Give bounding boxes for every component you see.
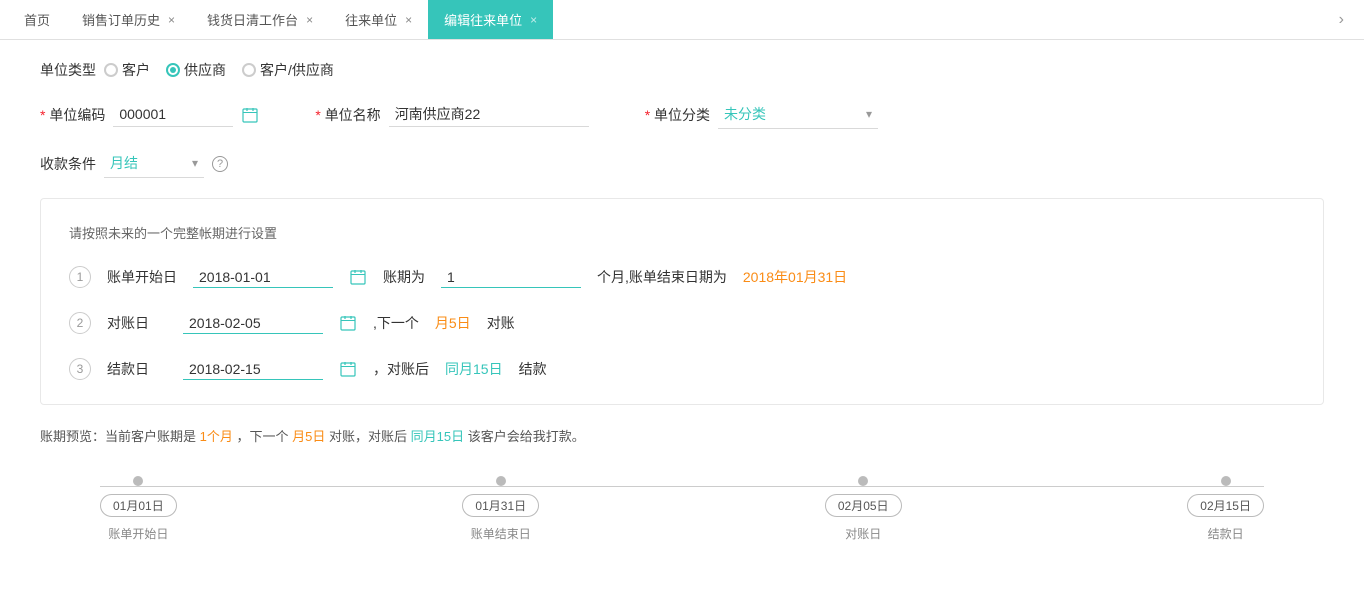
payment-terms-value: 月结	[110, 153, 188, 173]
step-label-3: 结款日	[107, 359, 167, 379]
close-sales-history[interactable]: ×	[168, 14, 175, 26]
timeline-label-4: 结款日	[1208, 525, 1244, 542]
close-partner[interactable]: ×	[405, 14, 412, 26]
step-period-input[interactable]	[441, 267, 581, 288]
preview-highlight-3: 同月15日	[411, 429, 464, 444]
step-row-3: 3 结款日 ，对账后 同月15日 结款	[69, 358, 1295, 380]
radio-supplier[interactable]: 供应商	[166, 60, 226, 80]
step-end-date-1: 2018年01月31日	[743, 267, 847, 287]
settings-card: 请按照未来的一个完整帐期进行设置 1 账单开始日 账期为 个月,账单结束日期为 …	[40, 198, 1324, 405]
timeline-dot-1	[133, 476, 143, 486]
tab-more-button[interactable]: ›	[1327, 11, 1356, 29]
radio-circle-customer-supplier	[242, 63, 256, 77]
timeline-point-2: 01月31日 账单结束日	[462, 476, 539, 542]
timeline-container: 01月01日 账单开始日 01月31日 账单结束日 02月05日 对账日 02月…	[40, 476, 1324, 582]
unit-type-row: 单位类型 客户 供应商 客户/供应商	[40, 60, 1324, 80]
unit-name-group: 单位名称	[315, 102, 588, 127]
unit-name-input[interactable]	[389, 102, 589, 127]
unit-code-group: 单位编码	[40, 102, 259, 127]
step-num-1: 1	[69, 266, 91, 288]
unit-code-label: 单位编码	[40, 105, 105, 125]
close-edit-partner[interactable]: ×	[530, 14, 537, 26]
step-highlight-3: 同月15日	[445, 359, 503, 379]
timeline-label-1: 账单开始日	[108, 525, 168, 542]
radio-customer[interactable]: 客户	[104, 60, 150, 80]
step-num-2: 2	[69, 312, 91, 334]
step-cal-icon-3[interactable]	[339, 360, 357, 378]
step-suffix-prefix-3: ，对账后	[373, 359, 429, 379]
step-label-1: 账单开始日	[107, 267, 177, 287]
step-date-1[interactable]	[193, 267, 333, 288]
tab-edit-partner[interactable]: 编辑往来单位 ×	[428, 0, 553, 39]
tab-cash-work[interactable]: 钱货日清工作台 ×	[191, 0, 329, 39]
tab-sales-history[interactable]: 销售订单历史 ×	[66, 0, 191, 39]
tab-partner[interactable]: 往来单位 ×	[329, 0, 428, 39]
step-row-2: 2 对账日 ,下一个 月5日 对账	[69, 312, 1295, 334]
timeline-line	[100, 486, 1264, 487]
radio-circle-customer	[104, 63, 118, 77]
preview-highlight-2: 月5日	[292, 429, 325, 444]
main-content: 单位类型 客户 供应商 客户/供应商 单位编码	[0, 40, 1364, 608]
step-date-2[interactable]	[183, 313, 323, 334]
unit-category-value: 未分类	[724, 104, 862, 124]
unit-code-input[interactable]	[113, 102, 233, 127]
timeline-badge-2: 01月31日	[462, 494, 539, 517]
payment-terms-arrow: ▾	[192, 156, 198, 170]
step-cal-icon-1[interactable]	[349, 268, 367, 286]
unit-type-label: 单位类型	[40, 60, 96, 80]
timeline-badge-4: 02月15日	[1187, 494, 1264, 517]
tab-bar: 首页 销售订单历史 × 钱货日清工作台 × 往来单位 × 编辑往来单位 × ›	[0, 0, 1364, 40]
unit-category-select[interactable]: 未分类 ▾	[718, 100, 878, 129]
unit-category-group: 单位分类 未分类 ▾	[645, 100, 878, 129]
help-icon[interactable]: ?	[212, 156, 228, 172]
step-suffix-prefix-2: ,下一个	[373, 313, 419, 333]
payment-terms-group: 收款条件 月结 ▾ ?	[40, 149, 228, 178]
unit-code-icon[interactable]	[241, 106, 259, 124]
unit-info-row: 单位编码 单位名称 单位分类 未分类 ▾	[40, 100, 1324, 129]
timeline-badge-3: 02月05日	[825, 494, 902, 517]
timeline-dot-2	[496, 476, 506, 486]
step-date-3[interactable]	[183, 359, 323, 380]
close-cash-work[interactable]: ×	[306, 14, 313, 26]
card-instruction: 请按照未来的一个完整帐期进行设置	[69, 223, 1295, 242]
step-middle-1: 账期为	[383, 267, 425, 287]
radio-group: 客户 供应商 客户/供应商	[104, 60, 334, 80]
timeline-label-3: 对账日	[845, 525, 881, 542]
radio-circle-supplier	[166, 63, 180, 77]
timeline-dot-4	[1221, 476, 1231, 486]
step-label-2: 对账日	[107, 313, 167, 333]
preview-highlight-1: 1个月	[200, 429, 233, 444]
timeline-badge-1: 01月01日	[100, 494, 177, 517]
payment-terms-label: 收款条件	[40, 154, 96, 174]
payment-terms-select[interactable]: 月结 ▾	[104, 149, 204, 178]
timeline-point-3: 02月05日 对账日	[825, 476, 902, 542]
timeline-label-2: 账单结束日	[471, 525, 531, 542]
unit-type-group: 单位类型 客户 供应商 客户/供应商	[40, 60, 334, 80]
timeline-dot-3	[858, 476, 868, 486]
step-cal-icon-2[interactable]	[339, 314, 357, 332]
step-num-3: 3	[69, 358, 91, 380]
unit-category-arrow: ▾	[866, 107, 872, 121]
timeline-point-1: 01月01日 账单开始日	[100, 476, 177, 542]
radio-customer-supplier[interactable]: 客户/供应商	[242, 60, 334, 80]
step-row-1: 1 账单开始日 账期为 个月,账单结束日期为 2018年01月31日	[69, 266, 1295, 288]
unit-category-label: 单位分类	[645, 105, 710, 125]
step-suffix-3: 结款	[519, 359, 547, 379]
step-suffix-2: 对账	[487, 313, 515, 333]
tab-home[interactable]: 首页	[8, 0, 66, 39]
preview-text: 账期预览：当前客户账期是 1个月 ，下一个 月5日 对账，对账后 同月15日 该…	[40, 425, 1324, 448]
step-suffix-1: 个月,账单结束日期为	[597, 267, 727, 287]
step-highlight-2: 月5日	[435, 313, 471, 333]
timeline-point-4: 02月15日 结款日	[1187, 476, 1264, 542]
payment-terms-row: 收款条件 月结 ▾ ?	[40, 149, 1324, 178]
unit-name-label: 单位名称	[315, 105, 380, 125]
